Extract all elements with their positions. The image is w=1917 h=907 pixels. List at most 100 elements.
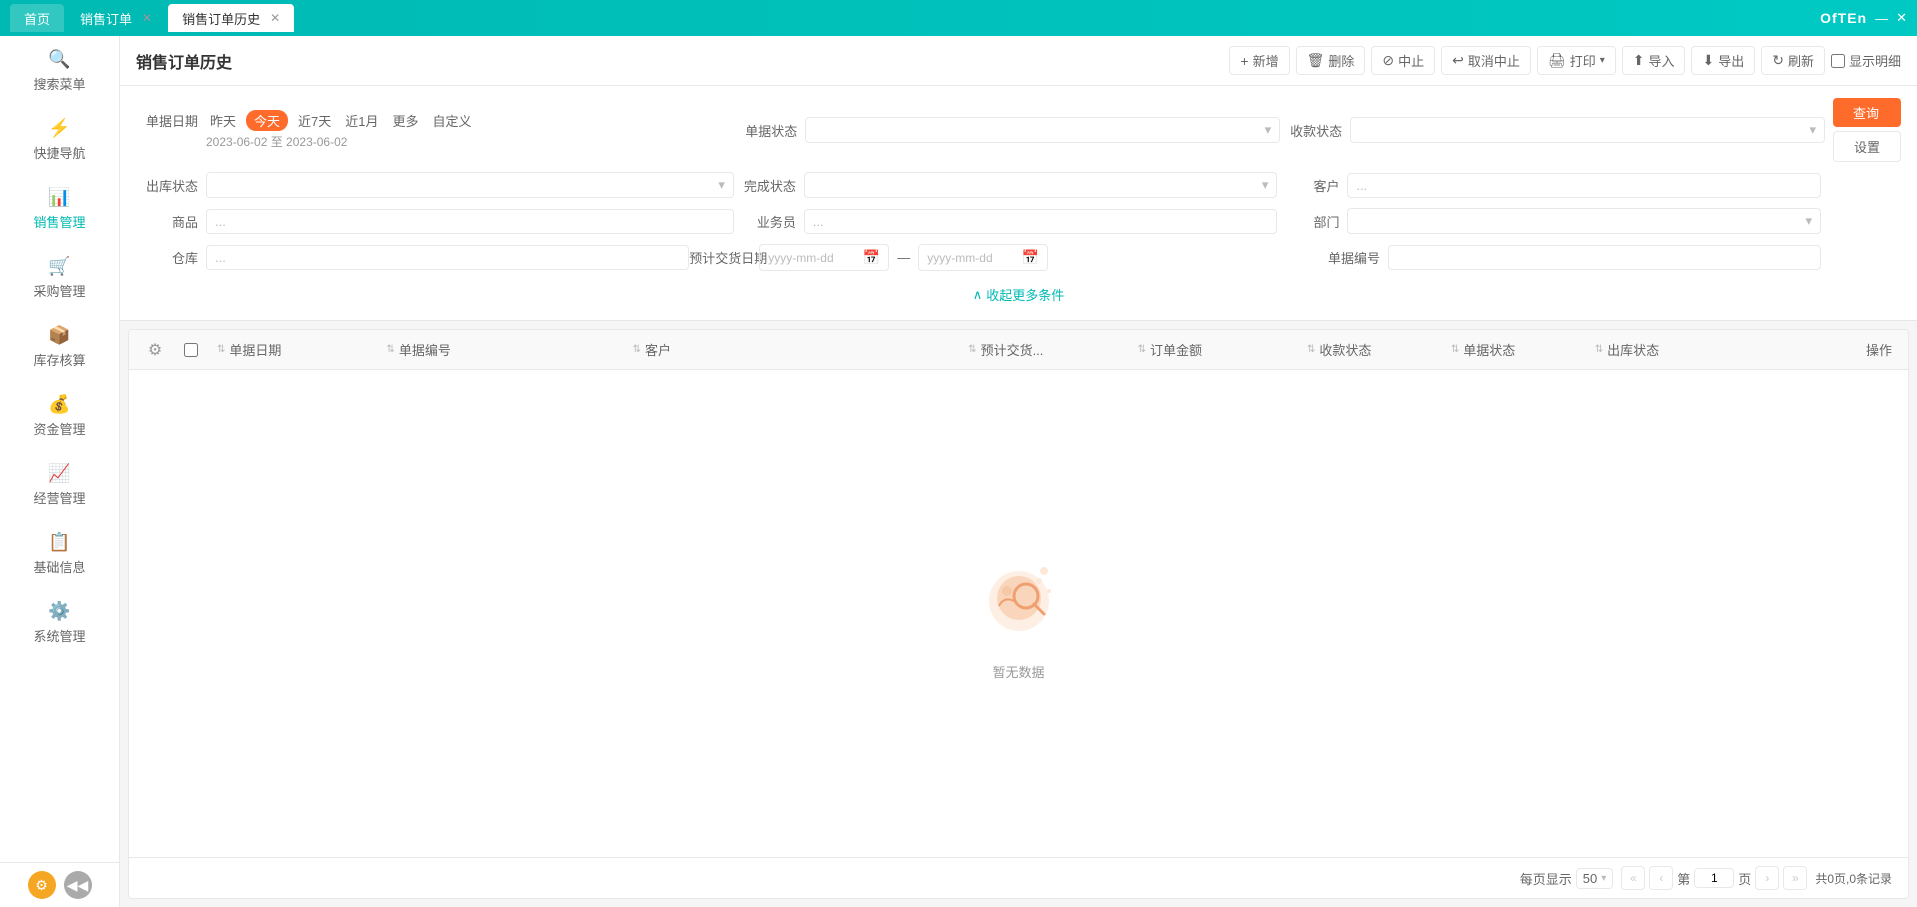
complete-status-dropdown-icon: ▾ [1262,177,1269,193]
window-close[interactable]: ✕ [1896,10,1907,26]
page-size-dropdown[interactable]: 50 ▾ [1576,868,1614,889]
export-button[interactable]: ⬇ 导出 [1691,46,1755,75]
sidebar-item-basic-info[interactable]: 📋 基础信息 [0,519,119,588]
date-1month[interactable]: 近1月 [341,110,382,131]
tab-home-label: 首页 [24,9,50,28]
sidebar-item-operations[interactable]: 📈 经营管理 [0,450,119,519]
sort-icon-payment[interactable]: ⇅ [1307,344,1315,355]
tab-sales-order-close[interactable]: ✕ [142,11,152,25]
calendar-to-icon: 📅 [1022,249,1039,266]
page-number-input[interactable] [1694,868,1734,888]
date-today[interactable]: 今天 [246,110,288,131]
th-customer: ⇅ 客户 [625,340,961,359]
sidebar-item-sales-mgmt[interactable]: 📊 销售管理 [0,174,119,243]
inventory-icon: 📦 [49,324,71,346]
sort-icon-amount[interactable]: ⇅ [1138,344,1146,355]
select-all-checkbox[interactable] [184,343,198,357]
refresh-button[interactable]: ↻ 刷新 [1761,46,1825,75]
date-more[interactable]: 更多 [389,110,423,131]
complete-status-select[interactable]: ▾ [804,172,1278,198]
sort-icon-customer[interactable]: ⇅ [633,344,641,355]
customer-input[interactable]: ... [1347,173,1821,198]
warehouse-input[interactable]: ... [206,245,689,270]
window-minimize[interactable]: — [1875,11,1888,26]
page-size-section: 每页显示 50 ▾ [1520,868,1614,889]
dept-label: 部门 [1277,212,1347,231]
print-icon: 🖨 [1548,52,1566,69]
salesperson-label: 业务员 [734,212,804,231]
sidebar-item-search-menu[interactable]: 🔍 搜索菜单 [0,36,119,105]
display-detail-checkbox[interactable] [1831,54,1845,68]
out-status-select[interactable]: ▾ [206,172,734,198]
date-yesterday[interactable]: 昨天 [206,110,240,131]
status-label: 单据状态 [735,121,805,140]
print-button[interactable]: 🖨 打印 ▾ [1537,46,1616,75]
sort-icon-status[interactable]: ⇅ [1451,344,1459,355]
first-page-button[interactable]: « [1621,866,1645,890]
goods-label: 商品 [136,212,206,231]
cancel-stop-button[interactable]: ↩ 取消中止 [1441,46,1531,75]
sidebar-settings-button[interactable]: ⚙ [28,871,56,899]
tab-list: 首页 销售订单 ✕ 销售订单历史 ✕ [10,0,294,36]
pay-status-select[interactable]: ▾ [1350,117,1825,143]
th-delivery-label: 预计交货... [981,340,1044,359]
import-icon: ⬆ [1633,52,1645,69]
import-button[interactable]: ⬆ 导入 [1622,46,1686,75]
last-page-button[interactable]: » [1783,866,1807,890]
purchase-mgmt-icon: 🛒 [49,255,71,277]
sort-icon-date[interactable]: ⇅ [217,344,225,355]
th-delivery: ⇅ 预计交货... [960,340,1129,359]
tab-sales-order[interactable]: 销售订单 ✕ [66,4,166,32]
pay-status-placeholder [1359,123,1363,138]
sidebar-item-quick-nav[interactable]: ⚡ 快捷导航 [0,105,119,174]
new-icon: + [1240,53,1248,69]
table-container: ⚙ ⇅ 单据日期 ⇅ 单据编号 ⇅ 客户 ⇅ [128,329,1909,899]
tab-sales-order-history-close[interactable]: ✕ [270,11,280,25]
tab-home[interactable]: 首页 [10,4,64,32]
filter-row-2: 出库状态 ▾ 完成状态 ▾ 客户 ... [136,172,1901,198]
query-button[interactable]: 查询 [1833,98,1901,127]
th-out-status: ⇅ 出库状态 [1587,340,1756,359]
sidebar-sound-button[interactable]: ◀◀ [64,871,92,899]
th-checkbox[interactable] [173,343,209,357]
sidebar-item-purchase-mgmt[interactable]: 🛒 采购管理 [0,243,119,312]
settings-gear-icon[interactable]: ⚙ [148,340,162,360]
th-customer-label: 客户 [645,340,671,359]
page-size-value: 50 [1583,871,1597,886]
dept-select[interactable]: ▾ [1347,208,1821,234]
date-range-text: 2023-06-02 至 2023-06-02 [206,133,347,150]
sidebar-item-inventory[interactable]: 📦 库存核算 [0,312,119,381]
goods-input[interactable]: ... [206,209,734,234]
sidebar-item-finance[interactable]: 💰 资金管理 [0,381,119,450]
out-status-label: 出库状态 [136,176,206,195]
th-status: ⇅ 单据状态 [1443,340,1587,359]
next-page-button[interactable]: › [1755,866,1779,890]
collapse-button[interactable]: ∧ 收起更多条件 [136,281,1901,308]
date-custom[interactable]: 自定义 [429,110,476,131]
delivery-date-from[interactable]: yyyy-mm-dd 📅 [759,244,889,271]
delivery-date-to[interactable]: yyyy-mm-dd 📅 [918,244,1048,271]
th-settings[interactable]: ⚙ [137,340,173,360]
pay-status-label: 收款状态 [1280,121,1350,140]
status-select[interactable]: ▾ [805,117,1280,143]
sidebar-item-sys-mgmt-label: 系统管理 [33,626,85,645]
doc-no-input[interactable] [1388,245,1821,270]
settings-button[interactable]: 设置 [1833,131,1901,162]
main-layout: 🔍 搜索菜单 ⚡ 快捷导航 📊 销售管理 🛒 采购管理 📦 库存核算 💰 资金管… [0,36,1917,907]
sort-icon-doc-no[interactable]: ⇅ [386,344,394,355]
filter-col-customer: 客户 ... [1277,173,1821,198]
sort-icon-delivery[interactable]: ⇅ [968,344,976,355]
stop-icon: ⊘ [1382,52,1394,69]
sidebar-item-sys-mgmt[interactable]: ⚙️ 系统管理 [0,588,119,657]
prev-page-button[interactable]: ‹ [1649,866,1673,890]
display-detail-label: 显示明细 [1849,51,1901,70]
new-button[interactable]: + 新增 [1229,46,1289,75]
sort-icon-out-status[interactable]: ⇅ [1595,344,1603,355]
filter-col-out-status: 出库状态 ▾ [136,172,734,198]
salesperson-input[interactable]: ... [804,209,1278,234]
delete-button[interactable]: 🗑 删除 [1296,46,1366,75]
date-7days[interactable]: 近7天 [294,110,335,131]
tab-sales-order-history[interactable]: 销售订单历史 ✕ [168,4,294,32]
content-area: 销售订单历史 + 新增 🗑 删除 ⊘ 中止 ↩ 取消中止 [120,36,1917,907]
stop-button[interactable]: ⊘ 中止 [1371,46,1435,75]
